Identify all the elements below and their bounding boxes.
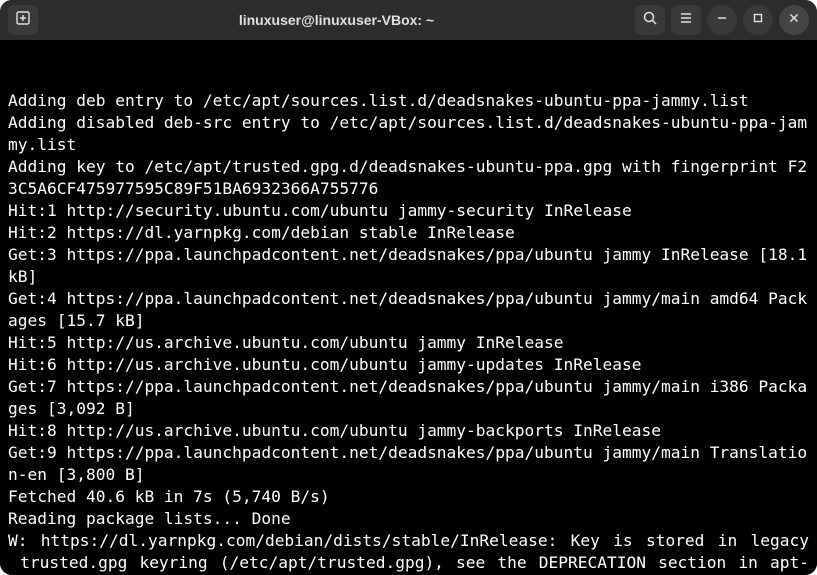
new-tab-icon [15,10,31,30]
terminal-window: linuxuser@linuxuser-VBox: ~ [0,0,817,575]
terminal-line: Reading package lists... Done [8,508,809,530]
terminal-line: Adding disabled deb-src entry to /etc/ap… [8,112,809,156]
minimize-button[interactable] [707,5,737,35]
terminal-line: Hit:1 http://security.ubuntu.com/ubuntu … [8,200,809,222]
terminal-line: Hit:2 https://dl.yarnpkg.com/debian stab… [8,222,809,244]
terminal-line: Fetched 40.6 kB in 7s (5,740 B/s) [8,486,809,508]
terminal-line: Get:4 https://ppa.launchpadcontent.net/d… [8,288,809,332]
menu-button[interactable] [671,5,701,35]
maximize-button[interactable] [743,5,773,35]
maximize-icon [752,12,764,28]
terminal-line: Hit:8 http://us.archive.ubuntu.com/ubunt… [8,420,809,442]
terminal-line: Get:3 https://ppa.launchpadcontent.net/d… [8,244,809,288]
new-tab-button[interactable] [8,5,38,35]
search-icon [642,10,658,30]
terminal-line: Get:7 https://ppa.launchpadcontent.net/d… [8,376,809,420]
terminal-line: Get:9 https://ppa.launchpadcontent.net/d… [8,442,809,486]
terminal-line: Hit:6 http://us.archive.ubuntu.com/ubunt… [8,354,809,376]
terminal-line: Hit:5 http://us.archive.ubuntu.com/ubunt… [8,332,809,354]
hamburger-icon [678,10,694,30]
terminal-warning-line: trusted.gpg keyring (/etc/apt/trusted.gp… [8,552,809,574]
search-button[interactable] [635,5,665,35]
terminal-line: Adding key to /etc/apt/trusted.gpg.d/dea… [8,156,809,200]
close-icon [788,12,800,28]
minimize-icon [716,12,728,28]
title-bar: linuxuser@linuxuser-VBox: ~ [0,0,817,40]
terminal-line: Adding deb entry to /etc/apt/sources.lis… [8,90,809,112]
title-bar-right [635,5,809,35]
terminal-warning-line: W: https://dl.yarnpkg.com/debian/dists/s… [8,530,809,552]
close-button[interactable] [779,5,809,35]
window-title: linuxuser@linuxuser-VBox: ~ [44,12,629,28]
title-bar-left [8,5,38,35]
terminal-content[interactable]: Adding deb entry to /etc/apt/sources.lis… [0,40,817,575]
